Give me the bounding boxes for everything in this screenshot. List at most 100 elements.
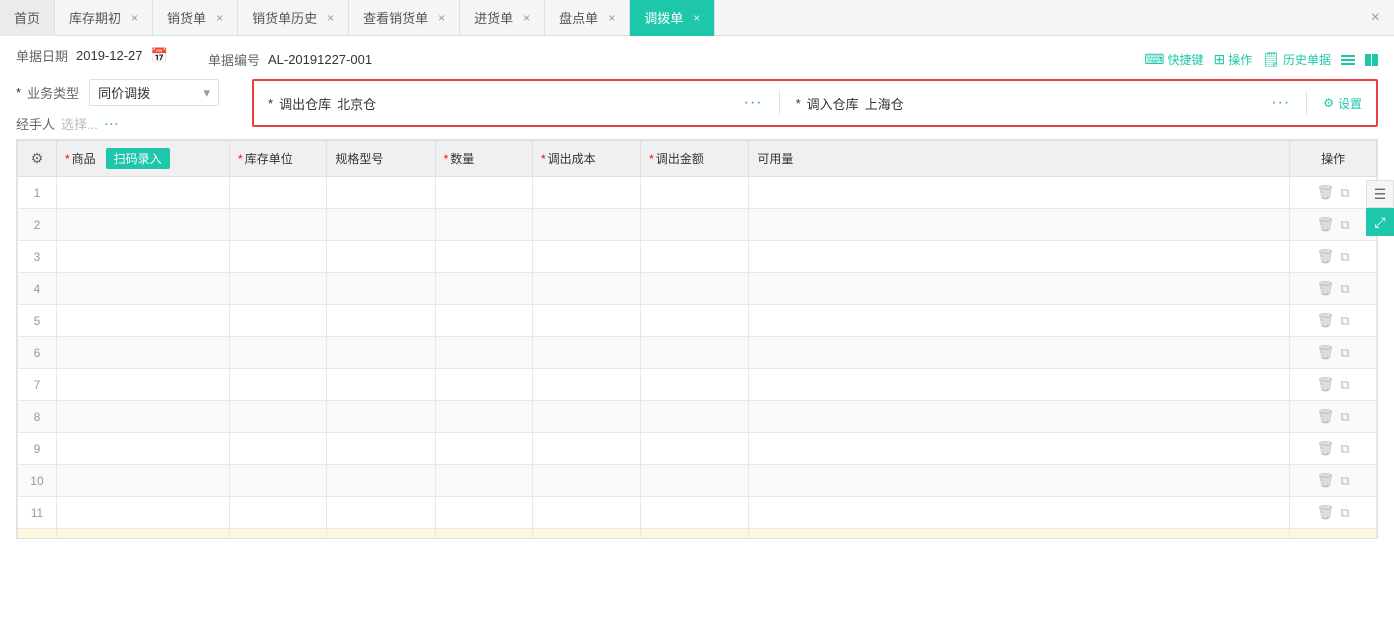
table-row: 10🗑⧉: [18, 465, 1377, 497]
left-fields: * 业务类型 同价调拨 ▾ 经手人 选择... ···: [16, 79, 236, 133]
subtotal-row: 小计 0.00 0.00 0.00: [18, 529, 1377, 540]
calendar-icon[interactable]: 📅: [151, 47, 168, 64]
doc-id-field: 单据编号 AL-20191227-001: [184, 50, 372, 69]
list-icon: ☰: [1374, 186, 1387, 203]
tab-transfer-order[interactable]: 调拨单 ×: [630, 0, 715, 36]
biz-type-dropdown[interactable]: 同价调拨 ▾: [89, 79, 219, 106]
table-row: 2🗑⧉: [18, 209, 1377, 241]
transfer-table: ⚙ *商品 扫码录入 *库存单位 规格型号 *数量 *调出成本: [17, 140, 1377, 539]
delete-icon[interactable]: 🗑: [1317, 248, 1335, 265]
close-icon[interactable]: ×: [608, 12, 615, 24]
settings-button[interactable]: ⚙ 设置: [1323, 95, 1362, 112]
cost-header: *调出成本: [532, 141, 640, 177]
tab-bar: 首页 库存期初 × 销货单 × 销货单历史 × 查看销货单 × 进货单 × 盘点…: [0, 0, 1394, 36]
warehouse-divider: [779, 91, 780, 115]
copy-icon[interactable]: ⧉: [1340, 377, 1349, 393]
doc-id-value: AL-20191227-001: [268, 52, 372, 67]
middle-section: * 业务类型 同价调拨 ▾ 经手人 选择... ··· * 调出仓库 北京仓 ·…: [0, 79, 1394, 139]
out-warehouse-more-icon[interactable]: ···: [744, 94, 763, 112]
tab-sales-history[interactable]: 销货单历史 ×: [238, 0, 349, 36]
close-icon[interactable]: ×: [693, 12, 700, 24]
delete-icon[interactable]: 🗑: [1317, 440, 1335, 457]
copy-icon[interactable]: ⧉: [1340, 217, 1349, 233]
float-expand-button[interactable]: ⤢: [1366, 208, 1394, 236]
product-header: *商品 扫码录入: [56, 141, 229, 177]
table-container: ⚙ *商品 扫码录入 *库存单位 规格型号 *数量 *调出成本: [16, 139, 1378, 539]
grid-icon: ⊞: [1213, 51, 1225, 68]
copy-icon[interactable]: ⧉: [1340, 281, 1349, 297]
date-field: 单据日期 2019-12-27 📅: [16, 46, 168, 65]
in-warehouse-more-icon[interactable]: ···: [1271, 94, 1290, 112]
tab-purchase-order[interactable]: 进货单 ×: [460, 0, 545, 36]
table-header-row: ⚙ *商品 扫码录入 *库存单位 规格型号 *数量 *调出成本: [18, 141, 1377, 177]
close-icon[interactable]: ×: [216, 12, 223, 24]
copy-icon[interactable]: ⧉: [1340, 313, 1349, 329]
table-settings-icon[interactable]: ⚙: [31, 150, 44, 166]
tab-sales-order[interactable]: 销货单 ×: [153, 0, 238, 36]
dropdown-arrow-icon: ▾: [204, 85, 211, 101]
amount-header: *调出金额: [641, 141, 749, 177]
delete-icon[interactable]: 🗑: [1317, 504, 1335, 521]
window-close-button[interactable]: ×: [1357, 0, 1394, 36]
in-warehouse-field: * 调入仓库 上海仓 ···: [796, 94, 1291, 113]
table-row: 9🗑⧉: [18, 433, 1377, 465]
close-icon[interactable]: ×: [438, 12, 445, 24]
close-icon[interactable]: ×: [131, 12, 138, 24]
settings-divider: [1306, 91, 1307, 115]
keyboard-icon: ⌨: [1144, 51, 1164, 68]
tab-inventory-check[interactable]: 盘点单 ×: [545, 0, 630, 36]
tab-home[interactable]: 首页: [0, 0, 55, 36]
delete-icon[interactable]: 🗑: [1317, 216, 1335, 233]
delete-icon[interactable]: 🗑: [1317, 376, 1335, 393]
unit-header: *库存单位: [230, 141, 327, 177]
table-row: 11🗑⧉: [18, 497, 1377, 529]
delete-icon[interactable]: 🗑: [1317, 472, 1335, 489]
history-icon: 🗒: [1262, 51, 1280, 68]
tab-view-sales[interactable]: 查看销货单 ×: [349, 0, 460, 36]
tab-inventory-init[interactable]: 库存期初 ×: [55, 0, 153, 36]
table-row: 8🗑⧉: [18, 401, 1377, 433]
available-header: 可用量: [749, 141, 1290, 177]
scan-button[interactable]: 扫码录入: [106, 148, 170, 169]
close-icon[interactable]: ×: [523, 12, 530, 24]
table-row: 5🗑⧉: [18, 305, 1377, 337]
ops-header: 操作: [1290, 141, 1377, 177]
gear-header[interactable]: ⚙: [18, 141, 57, 177]
history-button[interactable]: 🗒 历史单据: [1262, 51, 1331, 68]
float-list-button[interactable]: ☰: [1366, 180, 1394, 208]
table-row: 1🗑⧉: [18, 177, 1377, 209]
copy-icon[interactable]: ⧉: [1340, 249, 1349, 265]
qty-header: *数量: [435, 141, 532, 177]
table-row: 7🗑⧉: [18, 369, 1377, 401]
right-float-panel: ☰ ⤢: [1366, 180, 1394, 236]
date-value: 2019-12-27: [76, 48, 143, 63]
two-col-view-icon[interactable]: [1365, 54, 1378, 66]
shortcuts-button[interactable]: ⌨ 快捷键: [1144, 51, 1203, 68]
close-icon[interactable]: ×: [327, 12, 334, 24]
copy-icon[interactable]: ⧉: [1340, 505, 1349, 521]
out-warehouse-field: * 调出仓库 北京仓 ···: [268, 94, 763, 113]
copy-icon[interactable]: ⧉: [1340, 185, 1349, 201]
spec-header: 规格型号: [327, 141, 435, 177]
delete-icon[interactable]: 🗑: [1317, 344, 1335, 361]
operations-button[interactable]: ⊞ 操作: [1213, 51, 1252, 68]
table-row: 6🗑⧉: [18, 337, 1377, 369]
copy-icon[interactable]: ⧉: [1340, 409, 1349, 425]
copy-icon[interactable]: ⧉: [1340, 473, 1349, 489]
lines-view-icon[interactable]: [1341, 55, 1355, 65]
delete-icon[interactable]: 🗑: [1317, 312, 1335, 329]
expand-icon: ⤢: [1374, 214, 1385, 231]
handler-field: 经手人 选择... ···: [16, 114, 236, 133]
header-toolbar: ⌨ 快捷键 ⊞ 操作 🗒 历史单据: [1144, 51, 1378, 68]
table-body: 1🗑⧉ 2🗑⧉ 3🗑⧉ 4🗑⧉ 5🗑⧉ 6🗑⧉ 7🗑⧉ 8🗑⧉ 9🗑⧉ 10🗑⧉…: [18, 177, 1377, 540]
settings-gear-icon: ⚙: [1323, 96, 1334, 110]
delete-icon[interactable]: 🗑: [1317, 184, 1335, 201]
delete-icon[interactable]: 🗑: [1317, 280, 1335, 297]
table-row: 4🗑⧉: [18, 273, 1377, 305]
copy-icon[interactable]: ⧉: [1340, 345, 1349, 361]
warehouse-section: * 调出仓库 北京仓 ··· * 调入仓库 上海仓 ··· ⚙ 设置: [252, 79, 1378, 127]
delete-icon[interactable]: 🗑: [1317, 408, 1335, 425]
handler-more-icon[interactable]: ···: [104, 115, 119, 132]
copy-icon[interactable]: ⧉: [1340, 441, 1349, 457]
biz-type-field: * 业务类型 同价调拨 ▾: [16, 79, 236, 106]
